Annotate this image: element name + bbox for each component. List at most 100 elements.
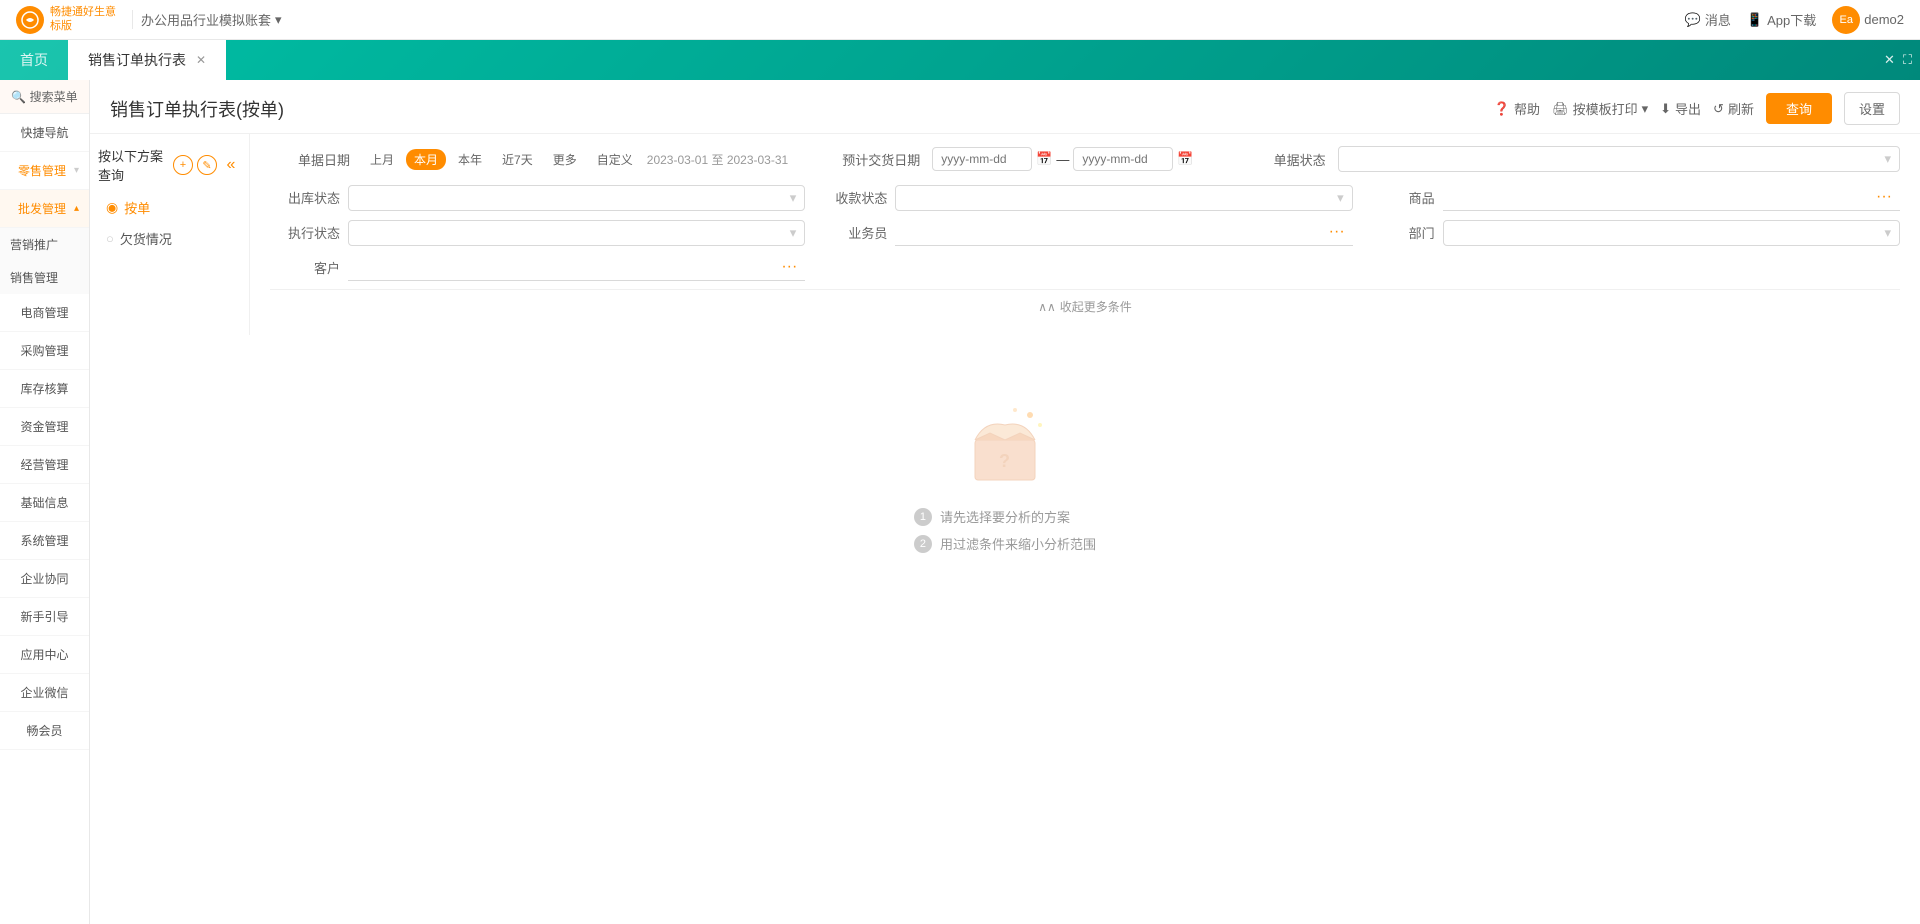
sidebar-item-enterprise[interactable]: 企业协同: [0, 560, 89, 598]
sidebar-item-appstore[interactable]: 应用中心: [0, 636, 89, 674]
sidebar-subitem-sales[interactable]: 销售管理: [0, 261, 89, 294]
collapse-icon: ∧∧: [1038, 300, 1056, 314]
header-left: 畅捷通好生意 标版 办公用品行业模拟账套 ▾: [16, 6, 290, 34]
sales-order-tab-label: 销售订单执行表: [88, 50, 186, 70]
payment-status-label: 收款状态: [817, 188, 887, 207]
edit-scheme-btn[interactable]: ✎: [197, 155, 217, 175]
tab-sales-order[interactable]: 销售订单执行表 ✕: [68, 40, 226, 80]
setting-button[interactable]: 设置: [1844, 92, 1900, 125]
help-btn[interactable]: ❓ 帮助: [1494, 99, 1540, 118]
sidebar-item-retail[interactable]: 零售管理 ▾: [0, 152, 89, 190]
tab-close-icon[interactable]: ✕: [196, 53, 206, 67]
dept-field: 部门 ▾: [1365, 219, 1900, 246]
customer-more-icon[interactable]: ···: [781, 258, 797, 276]
message-icon: 💬: [1685, 12, 1701, 28]
page-title: 销售订单执行表(按单): [110, 96, 284, 122]
sidebar-item-inventory[interactable]: 库存核算: [0, 370, 89, 408]
export-icon: ⬇: [1660, 101, 1671, 117]
date-tab-this-month[interactable]: 本月: [406, 149, 446, 170]
sidebar-subitem-marketing[interactable]: 营销推广: [0, 228, 89, 261]
sidebar-item-wholesale[interactable]: 批发管理 ▴: [0, 190, 89, 228]
date-tab-this-year[interactable]: 本年: [450, 149, 490, 170]
sidebar-item-basic[interactable]: 基础信息: [0, 484, 89, 522]
tip-num-1: 1: [914, 508, 932, 526]
salesperson-more-icon[interactable]: ···: [1329, 223, 1345, 241]
export-btn[interactable]: ⬇ 导出: [1660, 99, 1701, 118]
salesperson-label: 业务员: [817, 223, 887, 242]
collapse-bar[interactable]: ∧∧ 收起更多条件: [270, 289, 1900, 323]
sidebar-item-ecommerce[interactable]: 电商管理: [0, 294, 89, 332]
nav-tabs: 首页 销售订单执行表 ✕ ✕ ⛶: [0, 40, 1920, 80]
expected-date-end[interactable]: [1073, 147, 1173, 171]
mobile-icon: 📱: [1747, 12, 1763, 28]
logo-text: 畅捷通好生意 标版: [50, 6, 116, 32]
app-download-btn[interactable]: 📱 App下载: [1747, 10, 1816, 29]
goods-select[interactable]: ···: [1443, 184, 1900, 211]
dept-select[interactable]: ▾: [1443, 220, 1900, 246]
date-range-text: 2023-03-01 至 2023-03-31: [647, 151, 788, 168]
dept-arrow: ▾: [1884, 225, 1891, 241]
order-dot-icon: ◉: [106, 199, 118, 216]
collapse-scheme-btn[interactable]: «: [221, 155, 241, 175]
filter-sub-debt[interactable]: ○ 欠货情况: [98, 223, 241, 254]
payment-status-arrow: ▾: [1337, 190, 1344, 206]
goods-label: 商品: [1365, 188, 1435, 207]
empty-illustration: ?: [955, 395, 1055, 495]
sidebar-search[interactable]: 🔍 搜索菜单: [0, 80, 89, 114]
doc-status-select[interactable]: ▾: [1338, 146, 1900, 172]
filter-row-date: 单据日期 上月 本月 本年 近7天 更多 自定义 2023-03-01 至 20…: [270, 146, 1900, 172]
sidebar-item-purchase[interactable]: 采购管理: [0, 332, 89, 370]
query-button[interactable]: 查询: [1766, 93, 1832, 124]
doc-status-label: 单据状态: [1246, 150, 1326, 169]
expected-date-label: 预计交货日期: [840, 150, 920, 169]
payment-status-field: 收款状态 ▾: [817, 184, 1352, 211]
calendar-icon-end: 📅: [1177, 151, 1193, 167]
sidebar-item-finance[interactable]: 资金管理: [0, 408, 89, 446]
goods-more-icon[interactable]: ···: [1876, 188, 1892, 206]
add-scheme-btn[interactable]: +: [173, 155, 193, 175]
salesperson-select[interactable]: ···: [895, 219, 1352, 246]
filter-row-3: 执行状态 ▾ 业务员 ···: [270, 219, 1900, 246]
exec-status-select[interactable]: ▾: [348, 220, 805, 246]
date-tab-last-month[interactable]: 上月: [362, 149, 402, 170]
sidebar-item-member[interactable]: 畅会员: [0, 712, 89, 750]
refresh-btn[interactable]: ↺ 刷新: [1713, 99, 1754, 118]
date-tab-more[interactable]: 更多: [545, 149, 585, 170]
header-right: 💬 消息 📱 App下载 Ea demo2: [1685, 6, 1904, 34]
print-btn[interactable]: 🖨 按模板打印 ▾: [1552, 99, 1648, 118]
header-dropdown[interactable]: 办公用品行业模拟账套 ▾: [132, 10, 290, 29]
expected-date-start[interactable]: [932, 147, 1032, 171]
sidebar-item-wechat[interactable]: 企业微信: [0, 674, 89, 712]
customer-select[interactable]: ···: [348, 254, 805, 281]
exec-status-label: 执行状态: [270, 223, 340, 242]
customer-field: 客户 ···: [270, 254, 805, 281]
date-tab-custom[interactable]: 自定义: [589, 149, 641, 170]
date-label: 单据日期: [270, 150, 350, 169]
message-btn[interactable]: 💬 消息: [1685, 10, 1731, 29]
empty-tips: 1 请先选择要分析的方案 2 用过滤条件来缩小分析范围: [914, 507, 1096, 553]
content-inner: 销售订单执行表(按单) ❓ 帮助 🖨 按模板打印 ▾ ⬇ 导出: [90, 80, 1920, 924]
filter-sub-order[interactable]: ◉ 按单: [98, 192, 241, 223]
date-tab-7days[interactable]: 近7天: [494, 149, 541, 170]
user-area[interactable]: Ea demo2: [1832, 6, 1904, 34]
tab-home[interactable]: 首页: [0, 40, 68, 80]
date-tabs: 上月 本月 本年 近7天 更多 自定义: [362, 149, 641, 170]
sidebar-item-quick-nav[interactable]: 快捷导航: [0, 114, 89, 152]
sidebar-item-newbie[interactable]: 新手引导: [0, 598, 89, 636]
payment-status-select[interactable]: ▾: [895, 185, 1352, 211]
doc-status-arrow: ▾: [1884, 151, 1891, 167]
page-title-bar: 销售订单执行表(按单) ❓ 帮助 🖨 按模板打印 ▾ ⬇ 导出: [90, 80, 1920, 134]
main-layout: 🔍 搜索菜单 快捷导航 零售管理 ▾ 批发管理 ▴ 营销推广 销售管理 电商管理…: [0, 80, 1920, 924]
logo-area: 畅捷通好生意 标版: [16, 6, 116, 34]
sidebar-item-operation[interactable]: 经营管理: [0, 446, 89, 484]
out-status-field: 出库状态 ▾: [270, 184, 805, 211]
out-status-select[interactable]: ▾: [348, 185, 805, 211]
sidebar-item-system[interactable]: 系统管理: [0, 522, 89, 560]
salesperson-field: 业务员 ···: [817, 219, 1352, 246]
nav-close-icon[interactable]: ✕: [1884, 52, 1895, 68]
tip-num-2: 2: [914, 535, 932, 553]
nav-expand-icon[interactable]: ⛶: [1903, 52, 1912, 68]
empty-state: ? 1 请先选择要分析的方案 2 用过滤条件来缩小分析范围: [90, 335, 1920, 613]
print-icon: 🖨: [1552, 101, 1569, 117]
refresh-icon: ↺: [1713, 101, 1724, 117]
